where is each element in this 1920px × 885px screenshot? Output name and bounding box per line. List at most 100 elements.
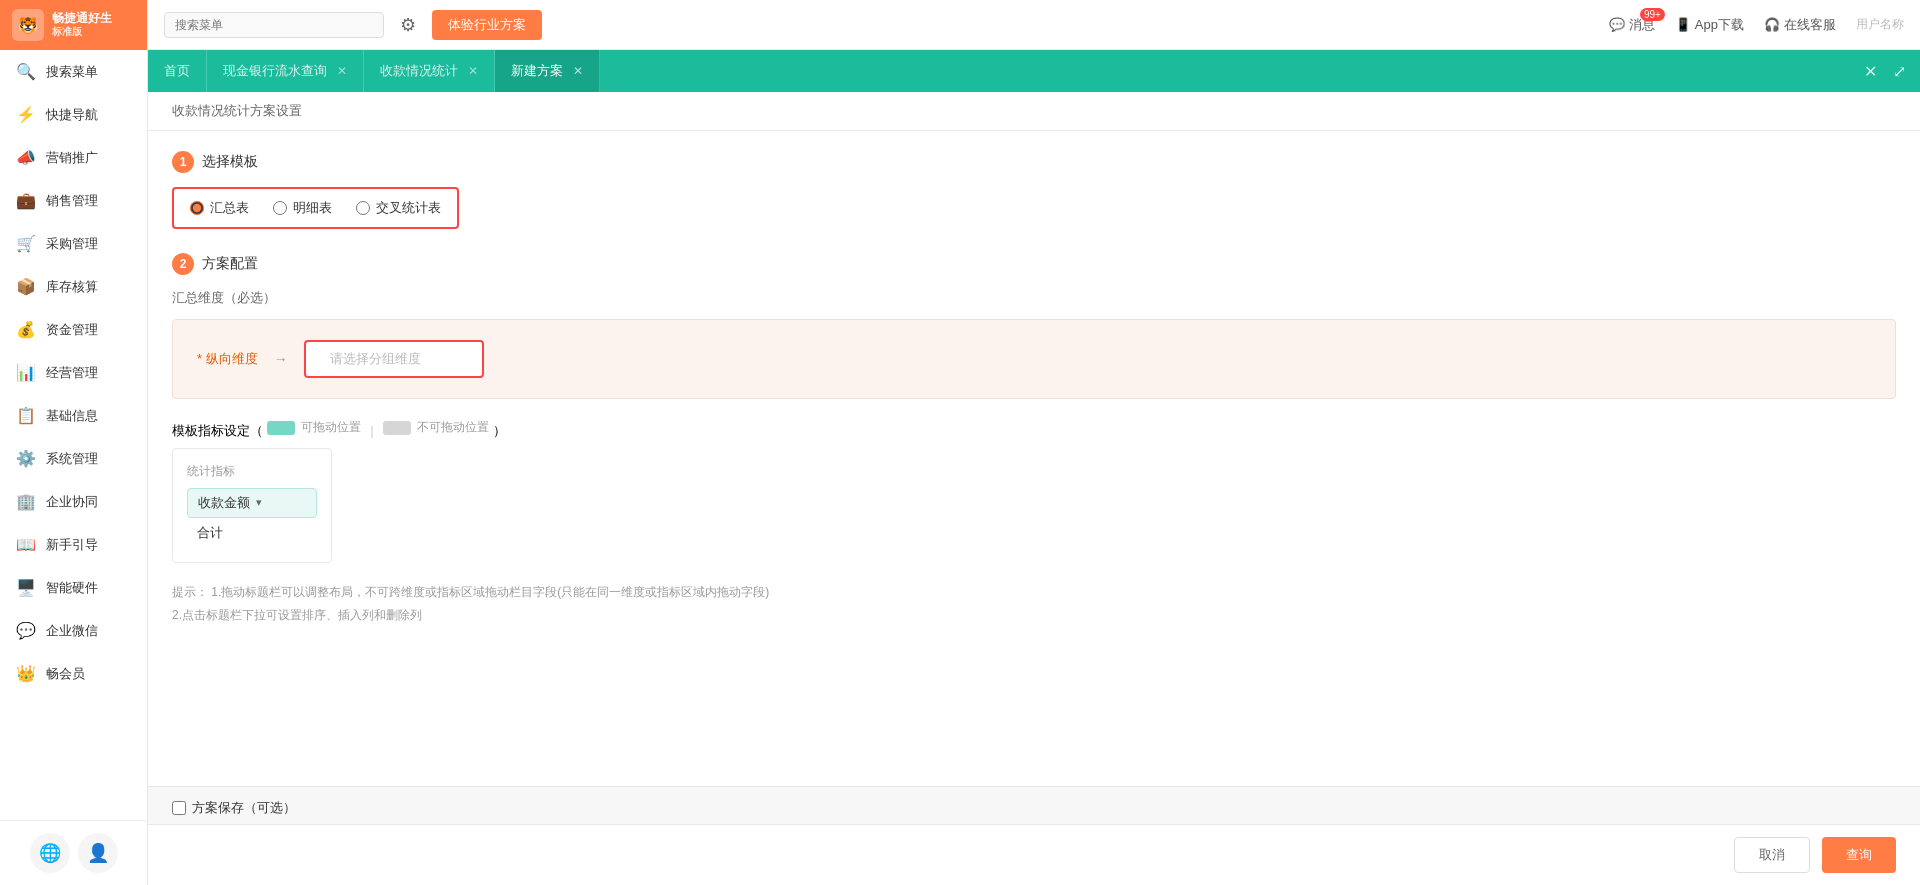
sidebar-logo: 🐯 畅捷通好生 标准版 xyxy=(0,0,147,50)
query-button[interactable]: 查询 xyxy=(1822,837,1896,873)
tab-home[interactable]: 首页 xyxy=(148,50,207,92)
sidebar-item-8[interactable]: 📋基础信息 xyxy=(0,394,147,437)
logo-icon: 🐯 xyxy=(12,9,44,41)
stats-items: 收款金额 ▾ 合计 xyxy=(187,488,317,548)
sidebar-icon-11: 📖 xyxy=(16,535,36,554)
sidebar-label-1: 快捷导航 xyxy=(46,106,98,124)
tab-close-icon[interactable]: ✕ xyxy=(1860,58,1881,85)
sidebar-label-13: 企业微信 xyxy=(46,622,98,640)
stats-label: 统计指标 xyxy=(187,463,317,480)
stats-container: 统计指标 收款金额 ▾ 合计 xyxy=(172,448,332,563)
indicators-header: 模板指标设定（ 可拖动位置 | 不可拖动位置 ） xyxy=(172,419,1896,440)
sidebar-icon-3: 💼 xyxy=(16,191,36,210)
template-cross[interactable]: 交叉统计表 xyxy=(356,199,441,217)
tabs-bar: 首页 现金银行流水查询 ✕ 收款情况统计 ✕ 新建方案 ✕ ✕ ⤢ xyxy=(148,50,1920,92)
template-detail-radio[interactable] xyxy=(273,201,287,215)
sidebar-icon-1: ⚡ xyxy=(16,105,36,124)
required-mark: * xyxy=(197,351,206,366)
logo-text: 畅捷通好生 xyxy=(52,11,112,25)
tab-new-plan-close[interactable]: ✕ xyxy=(573,64,583,78)
step2-number: 2 xyxy=(172,253,194,275)
sidebar-item-10[interactable]: 🏢企业协同 xyxy=(0,480,147,523)
tab-receivables-label: 收款情况统计 xyxy=(380,62,458,80)
sidebar-label-10: 企业协同 xyxy=(46,493,98,511)
sidebar-label-7: 经营管理 xyxy=(46,364,98,382)
template-cross-label: 交叉统计表 xyxy=(376,199,441,217)
template-summary-label: 汇总表 xyxy=(210,199,249,217)
support-icon: 🎧 xyxy=(1764,17,1780,32)
sidebar-icon-5: 📦 xyxy=(16,277,36,296)
template-options: 汇总表 明细表 交叉统计表 xyxy=(172,187,459,229)
notifications-button[interactable]: 💬 消息 99+ xyxy=(1609,16,1655,34)
sidebar-item-1[interactable]: ⚡ 快捷导航 xyxy=(0,93,147,136)
hint-draggable-label: 可拖动位置 xyxy=(301,419,361,436)
sidebar-nav: 🔍搜索菜单 ⚡ 快捷导航 📣营销推广💼销售管理 🛒 采购管理 📦 库存核算 💰资金管理 📊 经营管理… xyxy=(0,50,147,820)
sidebar-item-2[interactable]: 📣营销推广 xyxy=(0,136,147,179)
template-summary[interactable]: 汇总表 xyxy=(190,199,249,217)
sidebar-item-4[interactable]: 🛒 采购管理 xyxy=(0,222,147,265)
support-label: 在线客服 xyxy=(1784,16,1836,34)
chevron-down-icon: ▾ xyxy=(256,496,262,509)
save-option[interactable]: 方案保存（可选） xyxy=(172,799,296,817)
main-area: ⚙ 体验行业方案 💬 消息 99+ 📱 App下载 🎧 在线客服 用户名称 首页… xyxy=(148,0,1920,885)
sidebar-item-5[interactable]: 📦 库存核算 xyxy=(0,265,147,308)
template-summary-radio[interactable] xyxy=(190,201,204,215)
tab-expand-icon[interactable]: ⤢ xyxy=(1889,58,1910,85)
sidebar-label-5: 库存核算 xyxy=(46,278,98,296)
hint-not-draggable: 不可拖动位置 xyxy=(383,419,489,436)
search-input[interactable] xyxy=(164,12,384,38)
indicators-label: 模板指标设定（ xyxy=(172,423,263,438)
tab-cashflow[interactable]: 现金银行流水查询 ✕ xyxy=(207,50,364,92)
sidebar-icon-6: 💰 xyxy=(16,320,36,339)
stats-total: 合计 xyxy=(187,518,317,548)
download-icon: 📱 xyxy=(1675,17,1691,32)
dimension-input[interactable]: 请选择分组维度 xyxy=(304,340,484,378)
step2-header: 2 方案配置 xyxy=(172,253,1896,275)
tab-home-label: 首页 xyxy=(164,62,190,80)
download-button[interactable]: 📱 App下载 xyxy=(1675,16,1744,34)
sidebar-item-12[interactable]: 🖥️智能硬件 xyxy=(0,566,147,609)
sidebar-label-2: 营销推广 xyxy=(46,149,98,167)
sidebar-label-8: 基础信息 xyxy=(46,407,98,425)
sidebar-item-9[interactable]: ⚙️系统管理 xyxy=(0,437,147,480)
sidebar-icon-7: 📊 xyxy=(16,363,36,382)
tab-receivables-close[interactable]: ✕ xyxy=(468,64,478,78)
tab-new-plan[interactable]: 新建方案 ✕ xyxy=(495,50,600,92)
separator: | xyxy=(370,423,373,438)
message-icon: 💬 xyxy=(1609,17,1625,32)
sidebar-icon-13: 💬 xyxy=(16,621,36,640)
template-cross-radio[interactable] xyxy=(356,201,370,215)
sidebar-label-4: 采购管理 xyxy=(46,235,98,253)
sidebar-label-0: 搜索菜单 xyxy=(46,63,98,81)
stats-tag-amount[interactable]: 收款金额 ▾ xyxy=(187,488,317,518)
sidebar-label-9: 系统管理 xyxy=(46,450,98,468)
support-button[interactable]: 🎧 在线客服 xyxy=(1764,16,1836,34)
page-title: 收款情况统计方案设置 xyxy=(148,92,1920,131)
sidebar-label-12: 智能硬件 xyxy=(46,579,98,597)
tip-2: 2.点击标题栏下拉可设置排序、插入列和删除列 xyxy=(172,606,1896,625)
sidebar-icon-14: 👑 xyxy=(16,664,36,683)
draggable-icon xyxy=(267,421,295,435)
sidebar-item-3[interactable]: 💼销售管理 xyxy=(0,179,147,222)
tab-cashflow-label: 现金银行流水查询 xyxy=(223,62,327,80)
sidebar-item-7[interactable]: 📊 经营管理 xyxy=(0,351,147,394)
template-detail[interactable]: 明细表 xyxy=(273,199,332,217)
sidebar-item-6[interactable]: 💰资金管理 xyxy=(0,308,147,351)
sidebar-item-13[interactable]: 💬 企业微信 xyxy=(0,609,147,652)
notifications-count: 99+ xyxy=(1640,8,1665,21)
sidebar-item-14[interactable]: 👑畅会员 xyxy=(0,652,147,695)
version-badge: 标准版 xyxy=(52,25,112,39)
bottom-bar: 方案保存（可选） xyxy=(148,786,1920,829)
trial-button[interactable]: 体验行业方案 xyxy=(432,10,542,40)
sidebar-footer-icon-1[interactable]: 🌐 xyxy=(30,833,70,873)
settings-icon[interactable]: ⚙ xyxy=(396,14,420,36)
sidebar-footer-icon-2[interactable]: 👤 xyxy=(78,833,118,873)
sidebar-item-11[interactable]: 📖新手引导 xyxy=(0,523,147,566)
cancel-button[interactable]: 取消 xyxy=(1734,837,1810,873)
save-checkbox[interactable] xyxy=(172,801,186,815)
sidebar-item-0[interactable]: 🔍搜索菜单 xyxy=(0,50,147,93)
footer-actions: 取消 查询 xyxy=(148,824,1920,885)
tab-cashflow-close[interactable]: ✕ xyxy=(337,64,347,78)
tab-receivables[interactable]: 收款情况统计 ✕ xyxy=(364,50,495,92)
sidebar-icon-4: 🛒 xyxy=(16,234,36,253)
